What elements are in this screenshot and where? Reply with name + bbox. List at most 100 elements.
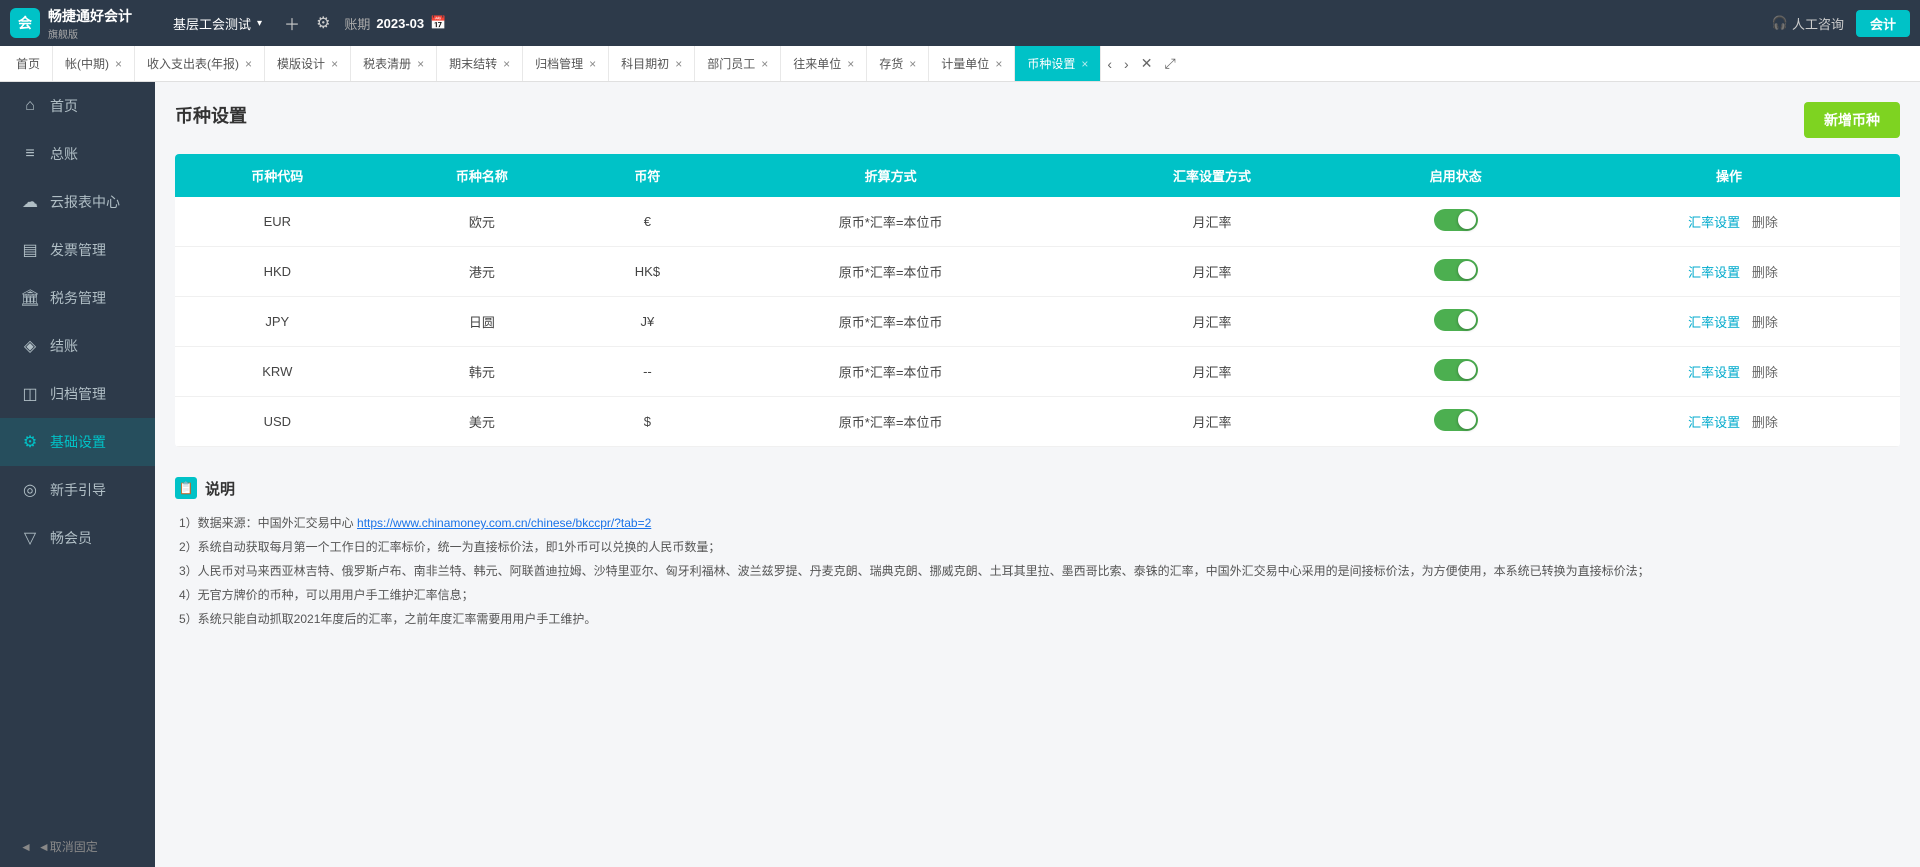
tab-home-label: 首页: [16, 55, 40, 72]
tab-period-end-close[interactable]: ×: [503, 57, 510, 71]
delete-link-0[interactable]: 删除: [1752, 215, 1778, 230]
cell-status-2[interactable]: [1353, 297, 1558, 347]
cell-symbol-3: --: [584, 347, 710, 397]
settings-gear-icon: ⚙: [20, 432, 40, 452]
tab-currency-close[interactable]: ×: [1081, 57, 1088, 71]
sidebar-item-guide[interactable]: ◎ 新手引导: [0, 466, 155, 514]
rate-settings-link-0[interactable]: 汇率设置: [1688, 215, 1740, 230]
sidebar-item-invoice[interactable]: ▤ 发票管理: [0, 226, 155, 274]
cell-status-1[interactable]: [1353, 247, 1558, 297]
note-link[interactable]: https://www.chinamoney.com.cn/chinese/bk…: [357, 516, 651, 530]
cell-status-4[interactable]: [1353, 397, 1558, 447]
tab-prev-button[interactable]: ‹: [1101, 56, 1118, 72]
toggle-switch-4[interactable]: [1434, 409, 1478, 431]
tab-next-button[interactable]: ›: [1118, 56, 1135, 72]
cell-rate-type-4: 月汇率: [1071, 397, 1354, 447]
rate-settings-link-3[interactable]: 汇率设置: [1688, 365, 1740, 380]
tab-archive[interactable]: 归档管理 ×: [523, 46, 609, 82]
cell-code-1: HKD: [175, 247, 380, 297]
note-item-3: 3）人民币对马来西亚林吉特、俄罗斯卢布、南非兰特、韩元、阿联酋迪拉姆、沙特里亚尔…: [175, 559, 1900, 583]
tab-tax-label: 税表清册: [363, 55, 411, 72]
tab-income[interactable]: 收入支出表(年报) ×: [135, 46, 265, 82]
sidebar-item-reports[interactable]: ☁ 云报表中心: [0, 178, 155, 226]
tab-tax-close[interactable]: ×: [417, 57, 424, 71]
tab-unit[interactable]: 计量单位 ×: [929, 46, 1015, 82]
tab-template-close[interactable]: ×: [331, 57, 338, 71]
cell-status-0[interactable]: [1353, 197, 1558, 247]
cloud-icon: ☁: [20, 192, 40, 212]
tab-zhangqi-label: 帐(中期): [65, 55, 109, 72]
org-selector[interactable]: 基层工会测试 ▾: [165, 10, 270, 37]
tab-zhangqi-close[interactable]: ×: [115, 57, 122, 71]
table-row: JPY 日圆 J¥ 原币*汇率=本位币 月汇率 汇率设置 删除: [175, 297, 1900, 347]
tab-period-end[interactable]: 期末结转 ×: [437, 46, 523, 82]
cell-status-3[interactable]: [1353, 347, 1558, 397]
member-icon: ▽: [20, 528, 40, 548]
rate-settings-link-4[interactable]: 汇率设置: [1688, 415, 1740, 430]
top-right: 🎧 人工咨询 会计: [1772, 10, 1910, 37]
sidebar-item-tax[interactable]: 🏛 税务管理: [0, 274, 155, 322]
tab-income-label: 收入支出表(年报): [147, 55, 239, 72]
settings-button[interactable]: ⚙: [312, 9, 334, 37]
tab-inventory-close[interactable]: ×: [909, 57, 916, 71]
add-button[interactable]: ＋: [280, 7, 304, 39]
col-symbol: 币符: [584, 154, 710, 197]
content-area: 新增币种 币种设置 币种代码 币种名称 币符 折算方式 汇率设置方式 启用状态 …: [155, 82, 1920, 867]
tab-subject[interactable]: 科目期初 ×: [609, 46, 695, 82]
calendar-icon[interactable]: 📅: [430, 15, 446, 31]
tab-tax[interactable]: 税表清册 ×: [351, 46, 437, 82]
sidebar-item-member[interactable]: ▽ 畅会员: [0, 514, 155, 562]
table-header-row: 币种代码 币种名称 币符 折算方式 汇率设置方式 启用状态 操作: [175, 154, 1900, 197]
toggle-switch-3[interactable]: [1434, 359, 1478, 381]
tab-zhangqi[interactable]: 帐(中期) ×: [53, 46, 135, 82]
col-name: 币种名称: [380, 154, 585, 197]
tab-unit-close[interactable]: ×: [995, 57, 1002, 71]
cell-symbol-4: $: [584, 397, 710, 447]
chevron-down-icon: ▾: [257, 18, 262, 29]
tab-home[interactable]: 首页: [4, 46, 53, 82]
delete-link-2[interactable]: 删除: [1752, 315, 1778, 330]
service-label: 人工咨询: [1792, 14, 1844, 33]
tab-income-close[interactable]: ×: [245, 57, 252, 71]
cell-code-0: EUR: [175, 197, 380, 247]
sidebar-item-settlement[interactable]: ◈ 结账: [0, 322, 155, 370]
logo-sub: 旗舰版: [48, 26, 132, 41]
tab-close-button[interactable]: ✕: [1135, 55, 1159, 72]
sidebar-item-home[interactable]: ⌂ 首页: [0, 82, 155, 130]
tab-inventory[interactable]: 存货 ×: [867, 46, 929, 82]
logo-text: 畅捷通好会计 旗舰版: [48, 6, 132, 41]
cell-code-3: KRW: [175, 347, 380, 397]
tab-dept[interactable]: 部门员工 ×: [695, 46, 781, 82]
archive-icon: ◫: [20, 384, 40, 404]
tab-partner-close[interactable]: ×: [847, 57, 854, 71]
new-currency-button[interactable]: 新增币种: [1804, 102, 1900, 138]
rate-settings-link-1[interactable]: 汇率设置: [1688, 265, 1740, 280]
tab-dept-close[interactable]: ×: [761, 57, 768, 71]
tab-maximize-button[interactable]: ⤢: [1158, 55, 1181, 72]
sidebar-item-settings[interactable]: ⚙ 基础设置: [0, 418, 155, 466]
tab-currency[interactable]: 币种设置 ×: [1015, 46, 1101, 82]
toggle-switch-0[interactable]: [1434, 209, 1478, 231]
table-row: KRW 韩元 -- 原币*汇率=本位币 月汇率 汇率设置 删除: [175, 347, 1900, 397]
sidebar-item-archive[interactable]: ◫ 归档管理: [0, 370, 155, 418]
tab-archive-close[interactable]: ×: [589, 57, 596, 71]
service-button[interactable]: 🎧 人工咨询: [1772, 14, 1844, 33]
toggle-switch-1[interactable]: [1434, 259, 1478, 281]
table-row: EUR 欧元 € 原币*汇率=本位币 月汇率 汇率设置 删除: [175, 197, 1900, 247]
note-list: 1）数据来源：中国外汇交易中心 https://www.chinamoney.c…: [175, 511, 1900, 631]
rate-settings-link-2[interactable]: 汇率设置: [1688, 315, 1740, 330]
cell-name-1: 港元: [380, 247, 585, 297]
sidebar-item-general-ledger[interactable]: ≡ 总账: [0, 130, 155, 178]
tab-partner[interactable]: 往来单位 ×: [781, 46, 867, 82]
tab-template[interactable]: 模版设计 ×: [265, 46, 351, 82]
delete-link-1[interactable]: 删除: [1752, 265, 1778, 280]
cell-actions-3: 汇率设置 删除: [1558, 347, 1900, 397]
account-button[interactable]: 会计: [1856, 10, 1910, 37]
delete-link-3[interactable]: 删除: [1752, 365, 1778, 380]
note-icon: 📋: [175, 477, 197, 499]
collapse-button[interactable]: ◄ ◄取消固定: [0, 826, 155, 867]
delete-link-4[interactable]: 删除: [1752, 415, 1778, 430]
toggle-switch-2[interactable]: [1434, 309, 1478, 331]
tab-subject-close[interactable]: ×: [675, 57, 682, 71]
guide-icon: ◎: [20, 480, 40, 500]
